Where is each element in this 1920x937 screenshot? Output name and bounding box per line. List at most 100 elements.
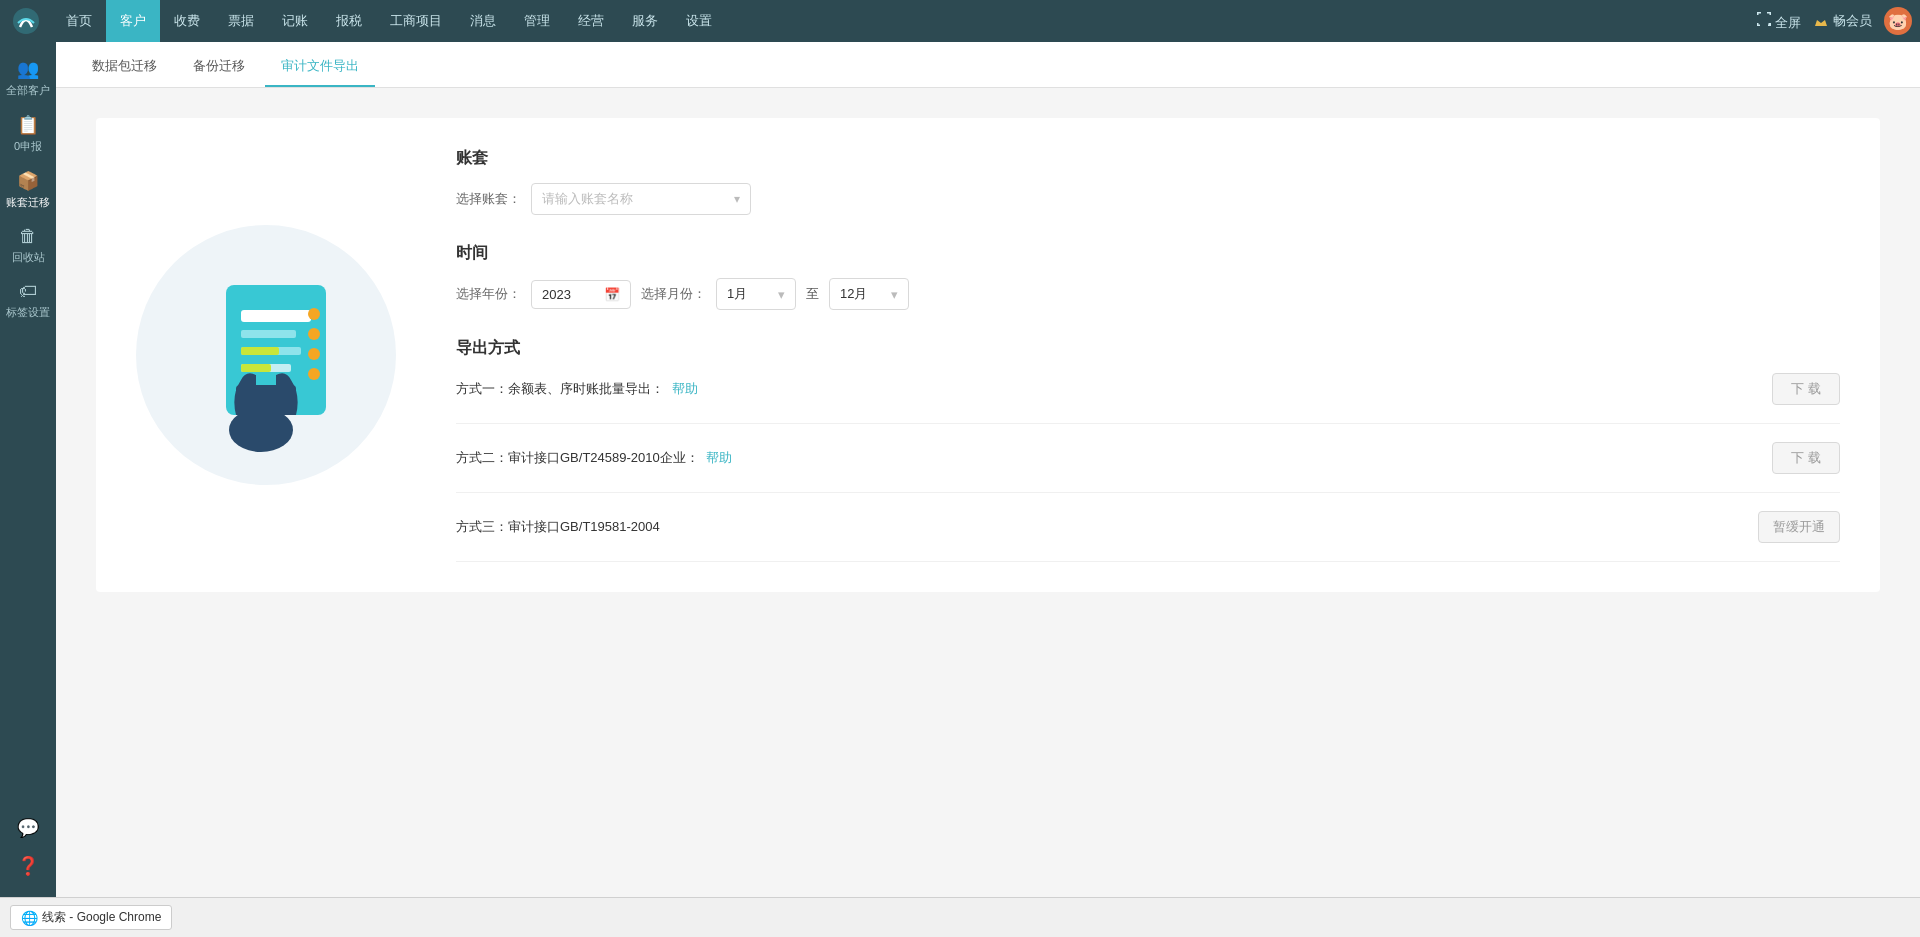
accounts-title: 账套: [456, 148, 1840, 169]
separator-text: 至: [806, 285, 819, 303]
tab-backup-migration[interactable]: 备份迁移: [177, 47, 261, 87]
vip-btn[interactable]: 畅会员: [1813, 12, 1872, 30]
user-avatar[interactable]: 🐷: [1884, 7, 1912, 35]
zero-declare-icon: 📋: [17, 114, 39, 136]
month-end-value: 12月: [840, 285, 867, 303]
nav-client[interactable]: 客户: [106, 0, 160, 42]
illustration-circle: [136, 225, 396, 485]
svg-point-9: [308, 368, 320, 380]
svg-point-6: [308, 308, 320, 320]
sidebar-item-migration[interactable]: 📦 账套迁移: [0, 162, 56, 218]
sidebar-item-label: 0申报: [14, 139, 42, 154]
method3-label: 方式三：审计接口GB/T19581-2004: [456, 518, 660, 536]
chat-icon: 💬: [17, 817, 39, 839]
month-label: 选择月份：: [641, 285, 706, 303]
nav-fee[interactable]: 收费: [160, 0, 214, 42]
sidebar-item-label: 全部客户: [6, 83, 50, 98]
recycle-icon: 🗑: [19, 226, 37, 247]
method1-download-btn[interactable]: 下 载: [1772, 373, 1840, 405]
nav-business[interactable]: 工商项目: [376, 0, 456, 42]
form-area: 账套 选择账套： 请输入账套名称 ▾ 时间 选择年: [456, 148, 1840, 562]
time-title: 时间: [456, 243, 1840, 264]
year-label: 选择年份：: [456, 285, 521, 303]
time-section: 时间 选择年份： 2023 📅 选择月份： 1月 ▾: [456, 243, 1840, 310]
page-content: 账套 选择账套： 请输入账套名称 ▾ 时间 选择年: [56, 88, 1920, 897]
month-end-select[interactable]: 12月 ▾: [829, 278, 909, 310]
tab-data-migration[interactable]: 数据包迁移: [76, 47, 173, 87]
sidebar-bottom: 💬 ❓: [0, 809, 56, 897]
year-input[interactable]: 2023 📅: [531, 280, 631, 309]
nav-home[interactable]: 首页: [52, 0, 106, 42]
method2-download-btn[interactable]: 下 载: [1772, 442, 1840, 474]
method1-help-link[interactable]: 帮助: [672, 381, 698, 396]
calendar-icon: 📅: [604, 287, 620, 302]
month-start-value: 1月: [727, 285, 747, 303]
accounts-select[interactable]: 请输入账套名称 ▾: [531, 183, 751, 215]
nav-settings[interactable]: 设置: [672, 0, 726, 42]
all-clients-icon: 👥: [17, 58, 39, 80]
sidebar-item-recycle[interactable]: 🗑 回收站: [0, 218, 56, 273]
nav-message[interactable]: 消息: [456, 0, 510, 42]
sidebar: 👥 全部客户 📋 0申报 📦 账套迁移 🗑 回收站 🏷 标签设置 💬 ❓: [0, 42, 56, 897]
taskbar-chrome-label: 线索 - Google Chrome: [42, 909, 161, 926]
export-methods-list: 方式一：余额表、序时账批量导出： 帮助 下 载 方式二：审计接口GB/T2458…: [456, 373, 1840, 562]
nav-menu: 首页 客户 收费 票据 记账 报税 工商项目 消息 管理 经营 服务 设置: [52, 0, 1756, 42]
content-area: 数据包迁移 备份迁移 审计文件导出: [56, 42, 1920, 897]
svg-rect-13: [236, 385, 296, 410]
nav-right-area: 全屏 畅会员 🐷: [1756, 7, 1912, 35]
export-card: 账套 选择账套： 请输入账套名称 ▾ 时间 选择年: [96, 118, 1880, 592]
fullscreen-btn[interactable]: 全屏: [1756, 11, 1802, 32]
method1-row: 方式一：余额表、序时账批量导出： 帮助 下 载: [456, 373, 1840, 424]
accounts-arrow-icon: ▾: [734, 192, 740, 206]
month-start-select[interactable]: 1月 ▾: [716, 278, 796, 310]
nav-tax[interactable]: 报税: [322, 0, 376, 42]
svg-point-8: [308, 348, 320, 360]
svg-rect-11: [241, 364, 271, 372]
year-value: 2023: [542, 287, 571, 302]
help-icon: ❓: [17, 855, 39, 877]
svg-rect-2: [241, 310, 311, 322]
migration-icon: 📦: [17, 170, 39, 192]
export-methods-title: 导出方式: [456, 338, 1840, 359]
sidebar-item-tag-settings[interactable]: 🏷 标签设置: [0, 273, 56, 328]
method2-row: 方式二：审计接口GB/T24589-2010企业： 帮助 下 载: [456, 424, 1840, 493]
method2-label: 方式二：审计接口GB/T24589-2010企业： 帮助: [456, 449, 732, 467]
nav-manage[interactable]: 管理: [510, 0, 564, 42]
sidebar-chat-btn[interactable]: 💬: [0, 809, 56, 847]
nav-accounting[interactable]: 记账: [268, 0, 322, 42]
tabs-bar: 数据包迁移 备份迁移 审计文件导出: [56, 42, 1920, 88]
chrome-icon: 🌐: [21, 910, 38, 926]
taskbar: 🌐 线索 - Google Chrome: [0, 897, 1920, 937]
sidebar-item-zero-declare[interactable]: 📋 0申报: [0, 106, 56, 162]
sidebar-help-btn[interactable]: ❓: [0, 847, 56, 885]
sidebar-item-label: 标签设置: [6, 305, 50, 320]
app-logo: [8, 3, 44, 39]
svg-rect-10: [241, 347, 279, 355]
accounts-placeholder: 请输入账套名称: [542, 190, 633, 208]
method1-label: 方式一：余额表、序时账批量导出： 帮助: [456, 380, 698, 398]
method2-help-link[interactable]: 帮助: [706, 450, 732, 465]
accounts-section: 账套 选择账套： 请输入账套名称 ▾: [456, 148, 1840, 215]
nav-operation[interactable]: 经营: [564, 0, 618, 42]
sidebar-item-all-clients[interactable]: 👥 全部客户: [0, 50, 56, 106]
nav-service[interactable]: 服务: [618, 0, 672, 42]
svg-point-7: [308, 328, 320, 340]
time-row: 选择年份： 2023 📅 选择月份： 1月 ▾ 至: [456, 278, 1840, 310]
method3-open-btn[interactable]: 暂缓开通: [1758, 511, 1840, 543]
sidebar-item-label: 回收站: [12, 250, 45, 265]
illustration-area: [136, 148, 396, 562]
tag-icon: 🏷: [19, 281, 37, 302]
export-methods-section: 导出方式 方式一：余额表、序时账批量导出： 帮助 下 载: [456, 338, 1840, 562]
sidebar-item-label: 账套迁移: [6, 195, 50, 210]
taskbar-chrome-item[interactable]: 🌐 线索 - Google Chrome: [10, 905, 172, 930]
accounts-row: 选择账套： 请输入账套名称 ▾: [456, 183, 1840, 215]
month-end-arrow-icon: ▾: [891, 287, 898, 302]
method3-row: 方式三：审计接口GB/T19581-2004 暂缓开通: [456, 493, 1840, 562]
main-layout: 👥 全部客户 📋 0申报 📦 账套迁移 🗑 回收站 🏷 标签设置 💬 ❓: [0, 42, 1920, 897]
tab-audit-export[interactable]: 审计文件导出: [265, 47, 375, 87]
nav-invoice[interactable]: 票据: [214, 0, 268, 42]
month-start-arrow-icon: ▾: [778, 287, 785, 302]
top-navigation: 首页 客户 收费 票据 记账 报税 工商项目 消息 管理 经营 服务 设置 全屏…: [0, 0, 1920, 42]
svg-rect-3: [241, 330, 296, 338]
accounts-label: 选择账套：: [456, 190, 521, 208]
